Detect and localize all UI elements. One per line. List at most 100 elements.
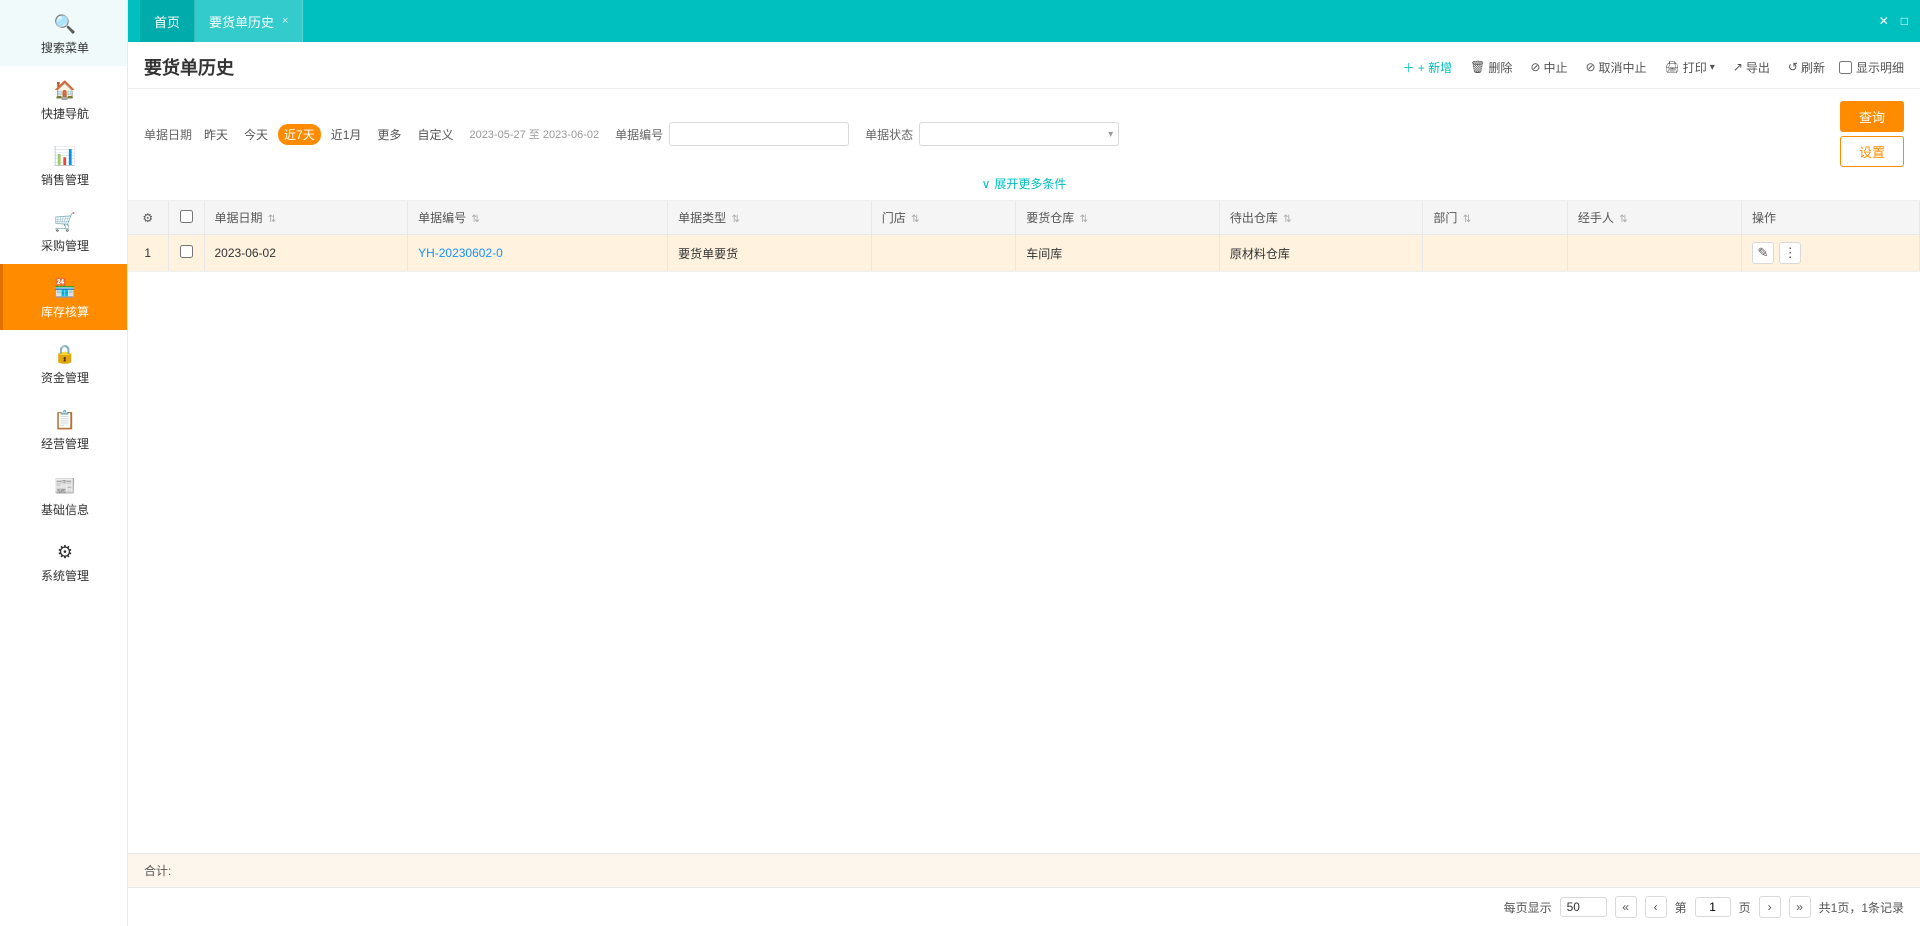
print-button[interactable]: 🖨 打印 ▾	[1661, 57, 1719, 78]
stop-button[interactable]: ⊘ 中止	[1526, 57, 1571, 78]
inventory-icon: 🏪	[54, 278, 76, 299]
sidebar-item-purchase[interactable]: 🛒 采购管理	[0, 198, 127, 264]
th-settings: ⚙	[128, 201, 168, 235]
tab-home[interactable]: 首页	[140, 0, 195, 42]
setting-button[interactable]: 设置	[1840, 136, 1904, 167]
date-btn-more[interactable]: 更多	[371, 124, 407, 145]
refresh-button[interactable]: ↺ 刷新	[1784, 57, 1829, 78]
table-row: 1 2023-06-02 YH-20230602-0 要货单要货 车间库 原材料…	[128, 235, 1920, 272]
more-op-button[interactable]: ⋮	[1779, 242, 1801, 264]
sidebar-item-sales[interactable]: 📊 销售管理	[0, 132, 127, 198]
td-num: 1	[128, 235, 168, 272]
td-department	[1423, 235, 1568, 272]
sort-department-icon[interactable]: ⇅	[1463, 214, 1471, 225]
doc-no-input[interactable]	[669, 122, 849, 146]
sidebar-item-label: 系统管理	[41, 567, 89, 584]
tab-home-label: 首页	[154, 12, 180, 31]
edit-op-button[interactable]: ✎	[1752, 242, 1774, 264]
td-checkbox	[168, 235, 204, 272]
search-icon: 🔍	[54, 14, 76, 35]
date-btn-1month[interactable]: 近1月	[325, 124, 368, 145]
print-dropdown-icon: ▾	[1710, 62, 1715, 73]
window-maximize-icon[interactable]: □	[1901, 14, 1908, 28]
delete-button[interactable]: 🗑 删除	[1466, 57, 1516, 78]
sidebar-item-label: 库存核算	[41, 303, 89, 320]
prev-page-button[interactable]: ‹	[1645, 896, 1667, 918]
per-page-select[interactable]: 50 10 20 100	[1560, 897, 1607, 917]
page-number-input[interactable]	[1695, 897, 1731, 917]
summary-label: 合计:	[144, 862, 171, 879]
cancel-stop-button[interactable]: ⊘ 取消中止	[1581, 57, 1650, 78]
page-prefix-label: 第	[1675, 899, 1687, 916]
sort-doc-no-icon[interactable]: ⇅	[471, 214, 479, 225]
table-header-row: ⚙ 单据日期 ⇅ 单据编号 ⇅	[128, 201, 1920, 235]
doc-status-select[interactable]	[919, 122, 1119, 146]
table-footer: 合计:	[128, 853, 1920, 887]
add-button[interactable]: ＋ + 新增	[1399, 57, 1456, 78]
td-store	[871, 235, 1016, 272]
query-button[interactable]: 查询	[1840, 101, 1904, 132]
filter-doc-no: 单据编号	[615, 122, 849, 146]
date-btn-7days[interactable]: 近7天	[278, 124, 321, 145]
date-btn-custom[interactable]: 自定义	[411, 124, 459, 145]
refresh-icon: ↺	[1788, 60, 1798, 74]
last-page-button[interactable]: »	[1789, 896, 1811, 918]
main-area: 首页 要货单历史 × ✕ □ 要货单历史 ＋ + 新增 🗑 删除	[128, 0, 1920, 926]
toolbar: ＋ + 新增 🗑 删除 ⊘ 中止 ⊘ 取消中止 🖨 打印	[1399, 57, 1904, 78]
th-handler: 经手人 ⇅	[1567, 201, 1741, 235]
td-req-warehouse: 车间库	[1016, 235, 1220, 272]
tab-close-icon[interactable]: ×	[282, 15, 288, 27]
td-doc-date: 2023-06-02	[204, 235, 408, 272]
tab-requisition-history[interactable]: 要货单历史 ×	[195, 0, 303, 42]
print-icon: 🖨	[1665, 60, 1680, 74]
doc-status-label: 单据状态	[865, 126, 913, 143]
date-btn-today[interactable]: 今天	[238, 124, 274, 145]
first-page-button[interactable]: «	[1615, 896, 1637, 918]
sidebar-item-quick-nav[interactable]: 🏠 快捷导航	[0, 66, 127, 132]
row-checkbox[interactable]	[180, 245, 193, 258]
doc-no-link[interactable]: YH-20230602-0	[418, 246, 503, 260]
sidebar-item-finance[interactable]: 🔒 资金管理	[0, 330, 127, 396]
page-title: 要货单历史	[144, 54, 234, 80]
doc-no-label: 单据编号	[615, 126, 663, 143]
date-btn-yesterday[interactable]: 昨天	[198, 124, 234, 145]
th-pending-warehouse: 待出仓库 ⇅	[1219, 201, 1423, 235]
stop-icon: ⊘	[1530, 60, 1540, 74]
sort-doc-date-icon[interactable]: ⇅	[268, 214, 276, 225]
td-pending-warehouse: 原材料仓库	[1219, 235, 1423, 272]
top-bar-right: ✕ □	[1879, 14, 1908, 28]
sidebar-item-basic-info[interactable]: 📰 基础信息	[0, 462, 127, 528]
add-icon: ＋	[1403, 59, 1415, 76]
next-page-button[interactable]: ›	[1759, 896, 1781, 918]
sort-handler-icon[interactable]: ⇅	[1619, 214, 1627, 225]
select-all-checkbox[interactable]	[180, 210, 193, 223]
export-icon: ↗	[1733, 60, 1743, 74]
sidebar-item-operation[interactable]: 📋 经营管理	[0, 396, 127, 462]
th-department: 部门 ⇅	[1423, 201, 1568, 235]
sort-doc-type-icon[interactable]: ⇅	[732, 214, 740, 225]
sidebar: 🔍 搜索菜单 🏠 快捷导航 📊 销售管理 🛒 采购管理 🏪 库存核算 🔒 资金管…	[0, 0, 128, 926]
sort-store-icon[interactable]: ⇅	[911, 214, 919, 225]
finance-icon: 🔒	[54, 344, 76, 365]
settings-icon[interactable]: ⚙	[142, 211, 153, 225]
sidebar-item-system[interactable]: ⚙ 系统管理	[0, 528, 127, 594]
export-button[interactable]: ↗ 导出	[1729, 57, 1774, 78]
td-operation: ✎ ⋮	[1741, 235, 1919, 272]
cancel-stop-icon: ⊘	[1585, 60, 1595, 74]
sidebar-item-label: 快捷导航	[41, 105, 89, 122]
td-handler	[1567, 235, 1741, 272]
operation-icon: 📋	[54, 410, 76, 431]
sort-req-warehouse-icon[interactable]: ⇅	[1080, 214, 1088, 225]
show-detail-checkbox-wrap[interactable]: 显示明细	[1839, 59, 1904, 76]
expand-more-button[interactable]: ∨ 展开更多条件	[144, 175, 1904, 192]
top-bar: 首页 要货单历史 × ✕ □	[128, 0, 1920, 42]
sidebar-item-search-menu[interactable]: 🔍 搜索菜单	[0, 0, 127, 66]
table-wrap: ⚙ 单据日期 ⇅ 单据编号 ⇅	[128, 201, 1920, 853]
total-label: 共1页，1条记录	[1819, 899, 1904, 916]
window-close-icon[interactable]: ✕	[1879, 14, 1889, 28]
show-detail-checkbox[interactable]	[1839, 61, 1852, 74]
tab-requisition-label: 要货单历史	[209, 12, 274, 31]
sidebar-item-inventory[interactable]: 🏪 库存核算	[0, 264, 127, 330]
doc-status-select-wrap: ▾	[919, 122, 1119, 146]
sort-pending-warehouse-icon[interactable]: ⇅	[1283, 214, 1291, 225]
